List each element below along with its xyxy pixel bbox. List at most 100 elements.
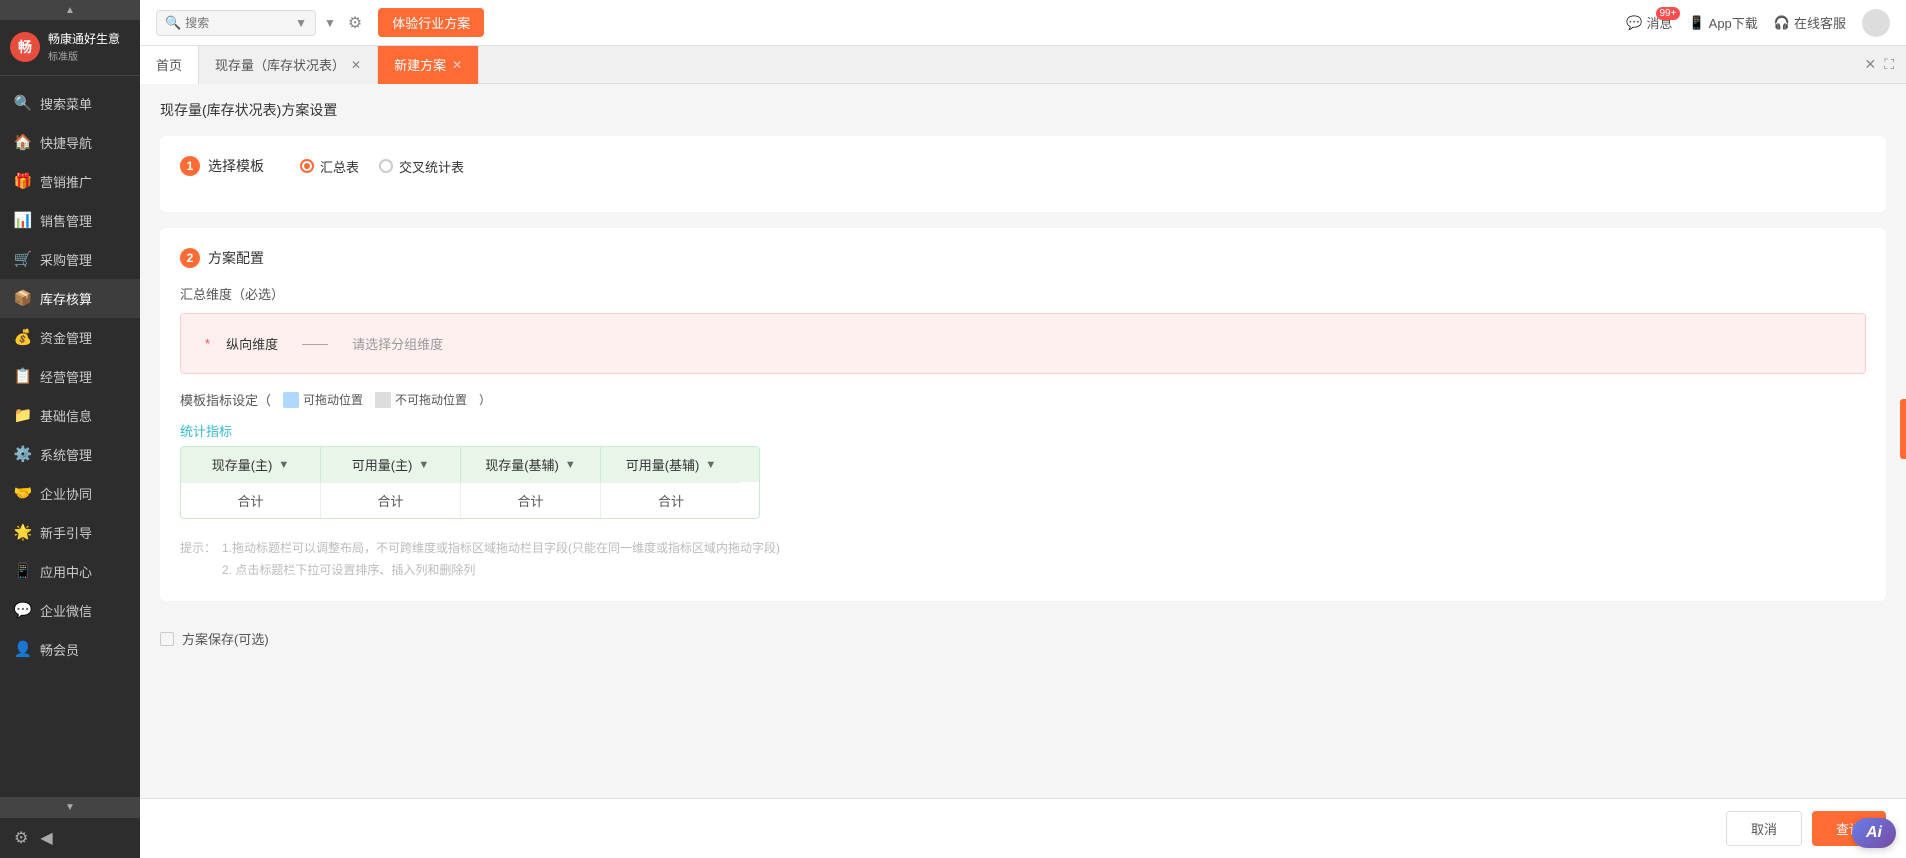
search-dropdown-icon[interactable]: ▼: [295, 16, 307, 30]
download-icon: 📱: [1688, 15, 1704, 31]
scroll-up[interactable]: ▲: [0, 0, 140, 20]
quick-nav-icon: 🏠: [14, 133, 32, 151]
sidebar-item-label: 营销推广: [40, 172, 92, 191]
cancel-button[interactable]: 取消: [1726, 811, 1802, 846]
stats-body-cell-1: 合计: [181, 482, 321, 518]
marketing-icon: 🎁: [14, 172, 32, 190]
vertical-dimension-label: 纵向维度: [226, 334, 278, 353]
sidebar-item-search-menu[interactable]: 🔍 搜索菜单: [0, 84, 140, 123]
settings-bottom-icon[interactable]: ⚙: [14, 828, 28, 848]
radio-summary[interactable]: 汇总表: [300, 157, 359, 176]
topbar-settings-icon[interactable]: ⚙: [348, 13, 362, 33]
cooperation-icon: 🤝: [14, 484, 32, 502]
user-avatar[interactable]: [1862, 9, 1890, 37]
metrics-setting-close-paren: ）: [479, 391, 491, 408]
sidebar-item-quick-nav[interactable]: 🏠 快捷导航: [0, 123, 140, 162]
sidebar-item-members[interactable]: 👤 畅会员: [0, 630, 140, 669]
online-service-label: 在线客服: [1794, 13, 1846, 32]
search-input[interactable]: [185, 16, 291, 30]
dropdown-icon[interactable]: ▼: [324, 16, 336, 30]
top-bar-left: 🔍 ▼ ▼ ⚙ 体验行业方案: [156, 8, 484, 37]
system-icon: ⚙️: [14, 445, 32, 463]
sidebar-item-purchase[interactable]: 🛒 采购管理: [0, 240, 140, 279]
hint-prefix-1: 提示：: [180, 538, 216, 560]
tab-new-plan-close[interactable]: ✕: [452, 58, 462, 72]
stats-col2-chevron[interactable]: ▼: [418, 459, 429, 471]
online-service-item[interactable]: 🎧 在线客服: [1774, 13, 1846, 32]
tab-expand-icon[interactable]: ⛶: [1884, 56, 1894, 73]
stats-header-cell-4: 可用量(基辅) ▼: [601, 447, 741, 482]
ai-badge[interactable]: Ai: [1852, 818, 1896, 848]
sidebar-item-label: 企业协同: [40, 484, 92, 503]
sidebar-item-app-center[interactable]: 📱 应用中心: [0, 552, 140, 591]
trial-button[interactable]: 体验行业方案: [378, 8, 484, 37]
sidebar-item-label: 新手引导: [40, 523, 92, 542]
section2-number: 2: [180, 248, 200, 268]
section2-header: 2 方案配置: [180, 248, 1866, 268]
sidebar-item-marketing[interactable]: 🎁 营销推广: [0, 162, 140, 201]
stats-col3-chevron[interactable]: ▼: [565, 459, 576, 471]
stats-col1-chevron[interactable]: ▼: [278, 459, 289, 471]
scroll-down[interactable]: ▼: [0, 797, 140, 817]
app-download-item[interactable]: 📱 App下载: [1688, 13, 1757, 32]
app-logo-icon: 畅: [10, 32, 40, 62]
volume-icon[interactable]: ◀: [40, 828, 52, 848]
basic-info-icon: 📁: [14, 406, 32, 424]
tab-inventory-status-close[interactable]: ✕: [351, 58, 361, 72]
sidebar-item-system[interactable]: ⚙️ 系统管理: [0, 435, 140, 474]
sidebar-item-basic-info[interactable]: 📁 基础信息: [0, 396, 140, 435]
sidebar-item-label: 库存核算: [40, 289, 92, 308]
sidebar-bottom: ⚙ ◀: [0, 817, 140, 858]
required-star: *: [205, 336, 210, 351]
stats-col-3: 现存量(基辅) ▼: [461, 447, 601, 482]
sidebar-item-label: 畅会员: [40, 640, 79, 659]
app-edition: 标准版: [48, 48, 120, 63]
section1-number: 1: [180, 156, 200, 176]
sidebar-item-operations[interactable]: 📋 经营管理: [0, 357, 140, 396]
section2-title: 方案配置: [208, 248, 264, 268]
vertical-dimension-placeholder[interactable]: 请选择分组维度: [352, 334, 443, 353]
tab-new-plan[interactable]: 新建方案 ✕: [378, 46, 479, 84]
sidebar-logo: 畅 畅康通好生意 标准版: [0, 20, 140, 76]
aggregate-dimension-label: 汇总维度（必选）: [180, 284, 1866, 303]
search-menu-icon: 🔍: [14, 94, 32, 112]
service-icon: 🎧: [1774, 15, 1790, 31]
search-box[interactable]: 🔍 ▼: [156, 10, 316, 36]
radio-summary-circle[interactable]: [300, 159, 314, 173]
stats-col-4: 可用量(基辅) ▼: [601, 447, 741, 482]
stats-col2-label: 可用量(主): [352, 455, 413, 474]
sidebar-item-inventory[interactable]: 📦 库存核算: [0, 279, 140, 318]
tab-inventory-status-label: 现存量（库存状况表）: [215, 55, 345, 74]
sidebar-item-finance[interactable]: 💰 资金管理: [0, 318, 140, 357]
app-name: 畅康通好生意: [48, 32, 120, 48]
sidebar-item-sales[interactable]: 📊 销售管理: [0, 201, 140, 240]
sidebar-item-label: 系统管理: [40, 445, 92, 464]
sidebar-item-cooperation[interactable]: 🤝 企业协同: [0, 474, 140, 513]
metrics-setting: 模板指标设定（ 可拖动位置 不可拖动位置 ）: [180, 390, 1866, 409]
tab-inventory-status[interactable]: 现存量（库存状况表） ✕: [199, 46, 378, 84]
stats-col4-label: 可用量(基辅): [626, 455, 700, 474]
radio-crosstab-circle[interactable]: [379, 159, 393, 173]
tab-home[interactable]: 首页: [140, 46, 199, 84]
sidebar-item-label: 经营管理: [40, 367, 92, 386]
messages-item[interactable]: 💬 消息 99+: [1626, 13, 1672, 32]
sidebar: ▲ 畅 畅康通好生意 标准版 🔍 搜索菜单 🏠 快捷导航 🎁 营销推广 📊 销售…: [0, 0, 140, 858]
finance-icon: 💰: [14, 328, 32, 346]
non-draggable-indicator: 不可拖动位置: [375, 391, 467, 408]
top-bar: 🔍 ▼ ▼ ⚙ 体验行业方案 💬 消息 99+ 📱 App下载 🎧 在线客服: [140, 0, 1906, 46]
sidebar-item-label: 搜索菜单: [40, 94, 92, 113]
enterprise-wechat-icon: 💬: [14, 601, 32, 619]
save-checkbox[interactable]: [160, 632, 174, 646]
inventory-icon: 📦: [14, 289, 32, 307]
radio-summary-label: 汇总表: [320, 157, 359, 176]
section1-title: 选择模板: [208, 156, 264, 176]
stats-col4-chevron[interactable]: ▼: [705, 459, 716, 471]
sidebar-item-enterprise-wechat[interactable]: 💬 企业微信: [0, 591, 140, 630]
tab-close-icon[interactable]: ✕: [1864, 56, 1876, 73]
right-edge-handle[interactable]: [1900, 399, 1906, 459]
radio-crosstab[interactable]: 交叉统计表: [379, 157, 464, 176]
app-center-icon: 📱: [14, 562, 32, 580]
template-radio-group: 汇总表 交叉统计表: [300, 157, 464, 176]
sidebar-item-label: 快捷导航: [40, 133, 92, 152]
sidebar-item-new-guide[interactable]: 🌟 新手引导: [0, 513, 140, 552]
